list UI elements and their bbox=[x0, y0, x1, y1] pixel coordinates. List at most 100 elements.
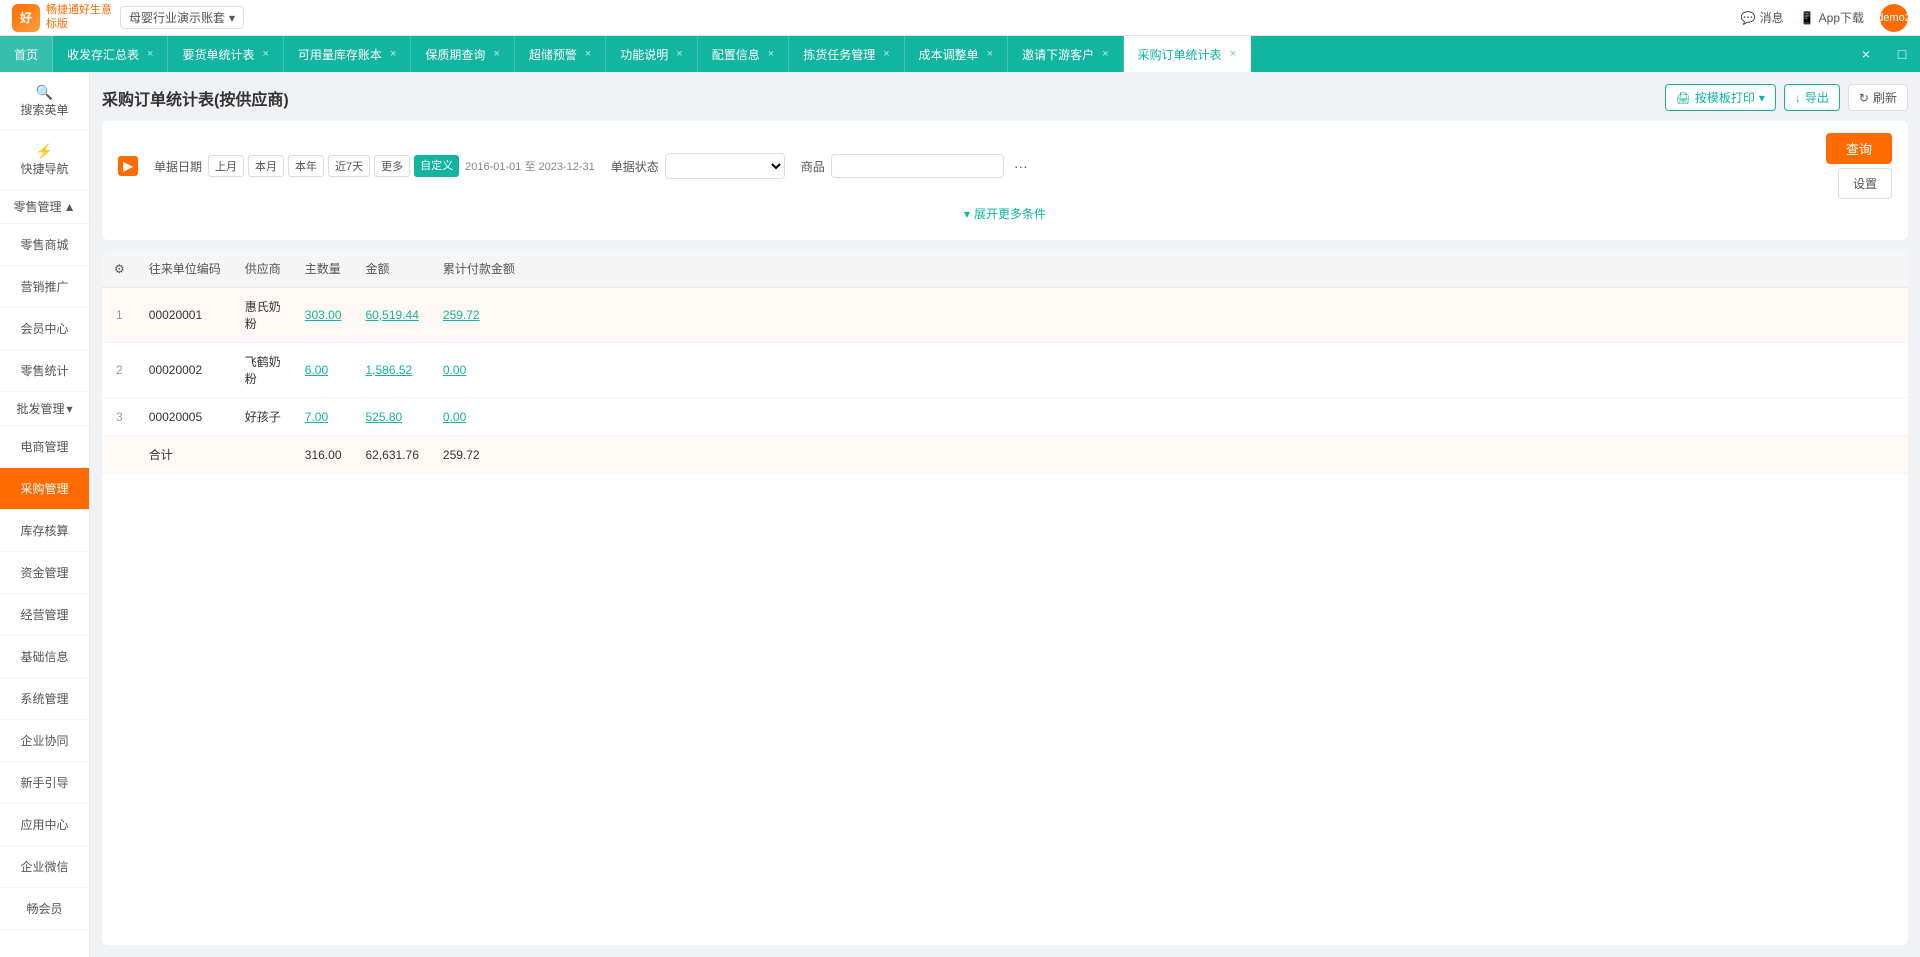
sidebar-item-purchase-mgmt[interactable]: 采购管理 bbox=[0, 468, 89, 510]
sidebar-item-marketing[interactable]: 营销推广 bbox=[0, 266, 89, 308]
row-num: 2 bbox=[102, 343, 137, 398]
tab-home[interactable]: 首页 bbox=[0, 36, 53, 72]
sidebar-item-basic-info[interactable]: 基础信息 bbox=[0, 636, 89, 678]
tab-cost-adjust[interactable]: 成本调整单 × bbox=[905, 36, 1008, 72]
refresh-button[interactable]: ↻ 刷新 bbox=[1848, 84, 1908, 111]
filter-toggle-button[interactable]: ▶ bbox=[118, 156, 138, 176]
date-quick-buttons: 上月 本月 本年 近7天 更多 自定义 bbox=[208, 155, 459, 177]
close-icon[interactable]: × bbox=[768, 48, 774, 60]
close-icon[interactable]: × bbox=[987, 48, 993, 60]
refresh-icon: ↻ bbox=[1859, 91, 1869, 105]
cell-amount[interactable]: 60,519.44 bbox=[354, 288, 431, 343]
col-settings[interactable]: ⚙ bbox=[102, 250, 137, 288]
close-icon[interactable]: × bbox=[1102, 48, 1108, 60]
sidebar-item-quick-nav[interactable]: ⚡ 快捷导航 bbox=[0, 131, 89, 190]
logo-area: 好 畅捷通好生意 标版 bbox=[12, 4, 112, 32]
tab-purchase-stats[interactable]: 采购订单统计表 × bbox=[1124, 36, 1251, 72]
settings-button[interactable]: 设置 bbox=[1838, 168, 1892, 199]
tab-expiry-query[interactable]: 保质期查询 × bbox=[411, 36, 514, 72]
sidebar-item-retail-shop[interactable]: 零售商城 bbox=[0, 224, 89, 266]
goods-more-btn[interactable]: ··· bbox=[1010, 158, 1032, 174]
sidebar-item-capital-mgmt[interactable]: 资金管理 bbox=[0, 552, 89, 594]
sidebar-item-new-guide[interactable]: 新手引导 bbox=[0, 762, 89, 804]
cell-paid-amount[interactable]: 0.00 bbox=[431, 398, 527, 436]
sidebar-item-enterprise-collab[interactable]: 企业协同 bbox=[0, 720, 89, 762]
custom-date-tag[interactable]: 自定义 bbox=[414, 155, 459, 177]
tab-overstock-warning[interactable]: 超储预警 × bbox=[515, 36, 606, 72]
workspace-selector[interactable]: 母婴行业演示账套 ▾ bbox=[120, 6, 244, 29]
cell-paid-amount[interactable]: 0.00 bbox=[431, 343, 527, 398]
chevron-icon: ▾ bbox=[66, 402, 72, 416]
export-icon: ↓ bbox=[1795, 91, 1801, 105]
date-filter: 单据日期 上月 本月 本年 近7天 更多 自定义 2016-01-01 至 20… bbox=[154, 155, 595, 177]
sidebar-item-enterprise-wechat[interactable]: 企业微信 bbox=[0, 846, 89, 888]
close-icon[interactable]: × bbox=[585, 48, 591, 60]
app-download-action[interactable]: 📱 App下载 bbox=[1800, 9, 1864, 26]
last-month-btn[interactable]: 上月 bbox=[208, 155, 244, 177]
date-range-text: 2016-01-01 至 2023-12-31 bbox=[465, 158, 595, 174]
nav-tabs-actions: × □ bbox=[1848, 36, 1920, 72]
tab-available-stock[interactable]: 可用量库存账本 × bbox=[284, 36, 411, 72]
tab-function-desc[interactable]: 功能说明 × bbox=[606, 36, 697, 72]
close-icon[interactable]: × bbox=[676, 48, 682, 60]
quick-nav-icon: ⚡ bbox=[4, 143, 85, 160]
close-icon[interactable]: × bbox=[262, 48, 268, 60]
tab-task-mgmt[interactable]: 拣货任务管理 × bbox=[789, 36, 904, 72]
status-select[interactable] bbox=[665, 153, 785, 179]
table-header-row: ⚙ 往来单位编码 供应商 主数量 金额 累计付款金额 bbox=[102, 250, 1908, 288]
sidebar-item-member-center[interactable]: 会员中心 bbox=[0, 308, 89, 350]
close-icon[interactable]: × bbox=[147, 48, 153, 60]
last-7days-btn[interactable]: 近7天 bbox=[328, 155, 370, 177]
cell-extra bbox=[527, 343, 1908, 398]
close-tab-action[interactable]: × bbox=[1848, 36, 1884, 72]
goods-filter-label: 商品 bbox=[801, 158, 825, 175]
sidebar-item-ops-mgmt[interactable]: 经营管理 bbox=[0, 594, 89, 636]
user-profile[interactable]: demo2 bbox=[1880, 4, 1908, 32]
close-icon[interactable]: × bbox=[493, 48, 499, 60]
query-button[interactable]: 查询 bbox=[1826, 133, 1892, 164]
main-layout: 🔍 搜索英单 ⚡ 快捷导航 零售管理 ▲ 零售商城 营销推广 会员中心 零售统计… bbox=[0, 72, 1920, 957]
sidebar-item-retail-stats[interactable]: 零售统计 bbox=[0, 350, 89, 392]
avatar: demo2 bbox=[1880, 4, 1908, 32]
sidebar-item-stock-check[interactable]: 库存核算 bbox=[0, 510, 89, 552]
close-icon[interactable]: × bbox=[883, 48, 889, 60]
close-icon[interactable]: × bbox=[390, 48, 396, 60]
this-year-btn[interactable]: 本年 bbox=[288, 155, 324, 177]
cell-code: 00020005 bbox=[137, 398, 233, 436]
tab-invite-downstream[interactable]: 邀请下游客户 × bbox=[1008, 36, 1123, 72]
col-amount: 金额 bbox=[354, 250, 431, 288]
cell-quantity[interactable]: 6.00 bbox=[293, 343, 354, 398]
sidebar-item-member[interactable]: 畅会员 bbox=[0, 888, 89, 930]
sidebar-item-ecommerce[interactable]: 电商管理 bbox=[0, 426, 89, 468]
template-print-button[interactable]: 🖨 按模板打印 ▾ bbox=[1665, 84, 1776, 111]
sidebar-item-wholesale-mgmt[interactable]: 批发管理 ▾ bbox=[0, 392, 89, 426]
cell-amount[interactable]: 1,586.52 bbox=[354, 343, 431, 398]
this-month-btn[interactable]: 本月 bbox=[248, 155, 284, 177]
close-icon[interactable]: × bbox=[1230, 48, 1236, 60]
cell-amount[interactable]: 525.80 bbox=[354, 398, 431, 436]
sidebar-item-app-center[interactable]: 应用中心 bbox=[0, 804, 89, 846]
more-date-btn[interactable]: 更多 bbox=[374, 155, 410, 177]
export-button[interactable]: ↓ 导出 bbox=[1784, 84, 1840, 111]
header-actions: 🖨 按模板打印 ▾ ↓ 导出 ↻ 刷新 bbox=[1665, 84, 1908, 111]
tab-receive[interactable]: 收发存汇总表 × bbox=[53, 36, 168, 72]
expand-more-button[interactable]: ▾ 展开更多条件 bbox=[964, 205, 1046, 222]
cell-quantity[interactable]: 7.00 bbox=[293, 398, 354, 436]
cell-paid-amount[interactable]: 259.72 bbox=[431, 288, 527, 343]
sidebar-item-retail-mgmt[interactable]: 零售管理 ▲ bbox=[0, 190, 89, 224]
cell-quantity[interactable]: 303.00 bbox=[293, 288, 354, 343]
col-code: 往来单位编码 bbox=[137, 250, 233, 288]
sidebar-item-search[interactable]: 🔍 搜索英单 bbox=[0, 72, 89, 131]
tab-config-info[interactable]: 配置信息 × bbox=[698, 36, 789, 72]
col-extra bbox=[527, 250, 1908, 288]
sidebar-item-system-mgmt[interactable]: 系统管理 bbox=[0, 678, 89, 720]
goods-input[interactable] bbox=[831, 154, 1004, 178]
nav-tabs: 首页 收发存汇总表 × 要货单统计表 × 可用量库存账本 × 保质期查询 × 超… bbox=[0, 36, 1920, 72]
message-action[interactable]: 💬 消息 bbox=[1741, 9, 1784, 26]
footer-quantity: 316.00 bbox=[293, 436, 354, 474]
cell-extra bbox=[527, 398, 1908, 436]
maximize-tab-action[interactable]: □ bbox=[1884, 36, 1920, 72]
dropdown-icon: ▾ bbox=[1759, 91, 1765, 105]
logo-icon: 好 bbox=[12, 4, 40, 32]
tab-order-stats[interactable]: 要货单统计表 × bbox=[168, 36, 283, 72]
